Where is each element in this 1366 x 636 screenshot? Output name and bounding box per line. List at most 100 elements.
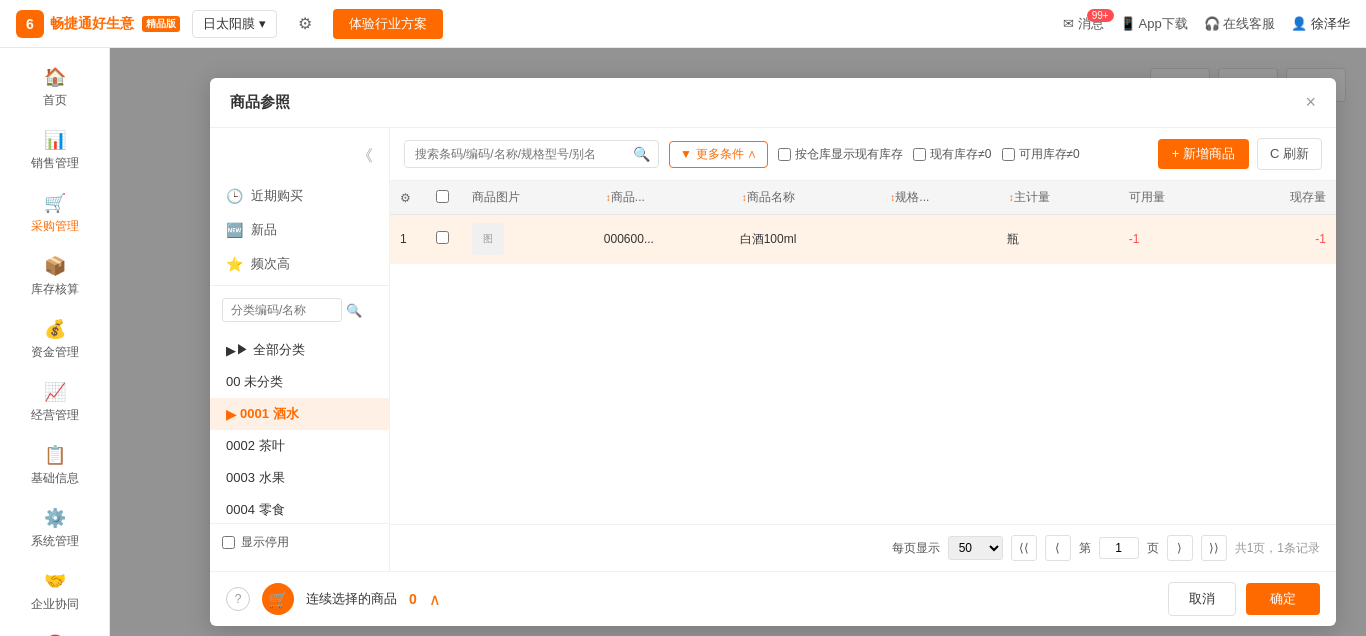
cell-image: 图 bbox=[462, 215, 594, 264]
basic-info-icon: 📋 bbox=[44, 444, 66, 466]
settings-icon[interactable]: ⚙ bbox=[289, 8, 321, 40]
filter-icon: ▼ bbox=[680, 147, 692, 161]
online-service-button[interactable]: 🎧 在线客服 bbox=[1204, 15, 1276, 33]
select-all-checkbox[interactable] bbox=[436, 190, 449, 203]
user-avatar[interactable]: 👤 徐泽华 bbox=[1291, 15, 1350, 33]
sidebar-item-finance[interactable]: 💰 资金管理 bbox=[0, 308, 109, 371]
confirm-button[interactable]: 确定 bbox=[1246, 583, 1320, 615]
collapse-footer-icon[interactable]: ∧ bbox=[429, 590, 441, 609]
page-number-input[interactable] bbox=[1099, 537, 1139, 559]
th-stock[interactable]: 现存量 bbox=[1227, 181, 1336, 215]
nav-recent-purchase[interactable]: 🕒 近期购买 bbox=[210, 179, 389, 213]
sidebar-item-basic-info[interactable]: 📋 基础信息 bbox=[0, 434, 109, 497]
usable-stock-checkbox[interactable] bbox=[1002, 148, 1015, 161]
first-page-button[interactable]: ⟨⟨ bbox=[1011, 535, 1037, 561]
th-checkbox[interactable] bbox=[426, 181, 462, 215]
more-filter-button[interactable]: ▼ 更多条件 ∧ bbox=[669, 141, 768, 168]
content-area: 查询 设置 刷新 商品参照 × 《 bbox=[110, 48, 1366, 636]
th-available[interactable]: 可用量 bbox=[1119, 181, 1228, 215]
page-size-select[interactable]: 50 100 bbox=[948, 536, 1003, 560]
logo: 6 畅捷通好生意 精品版 bbox=[16, 10, 180, 38]
product-table-container: ⚙ 商品图片 ↕商品... ↕商品名称 ↕规格... ↕主计量 可用量 现存量 bbox=[390, 181, 1336, 524]
operations-icon: 📈 bbox=[44, 381, 66, 403]
category-arrow-icon: ▶ bbox=[226, 343, 236, 358]
nav-frequent[interactable]: ⭐ 频次高 bbox=[210, 247, 389, 281]
category-search-input[interactable] bbox=[222, 298, 342, 322]
category-item-3[interactable]: 0003 水果 bbox=[210, 462, 389, 494]
row-checkbox[interactable] bbox=[436, 231, 449, 244]
sidebar-item-sales[interactable]: 📊 销售管理 bbox=[0, 119, 109, 182]
sidebar-item-label: 销售管理 bbox=[31, 155, 79, 172]
sidebar: 🏠 首页 📊 销售管理 🛒 采购管理 📦 库存核算 💰 资金管理 📈 经营管理 … bbox=[0, 48, 110, 636]
category-item-2[interactable]: 0002 茶叶 bbox=[210, 430, 389, 462]
cell-index: 1 bbox=[390, 215, 426, 264]
warehouse-stock-checkbox[interactable] bbox=[778, 148, 791, 161]
sidebar-item-home[interactable]: 🏠 首页 bbox=[0, 56, 109, 119]
home-icon: 🏠 bbox=[44, 66, 66, 88]
logo-badge: 精品版 bbox=[142, 16, 180, 32]
modal-close-button[interactable]: × bbox=[1305, 92, 1316, 113]
product-search-input[interactable] bbox=[405, 142, 625, 166]
modal-header: 商品参照 × bbox=[210, 78, 1336, 128]
collapse-left-button[interactable]: 《 bbox=[349, 138, 381, 175]
sidebar-item-system[interactable]: ⚙️ 系统管理 bbox=[0, 497, 109, 560]
topbar: 6 畅捷通好生意 精品版 日太阳膜 ▾ ⚙ 体验行业方案 ✉ 消息 99+ 📱 … bbox=[0, 0, 1366, 48]
avatar: 👤 bbox=[1291, 16, 1307, 31]
sidebar-item-inventory[interactable]: 📦 库存核算 bbox=[0, 245, 109, 308]
category-list: ▶ ▶ 全部分类 00 未分类 ▶ 0001 酒水 0002 茶叶 bbox=[210, 330, 389, 523]
page-info: 共1页，1条记录 bbox=[1235, 540, 1320, 557]
active-arrow-icon: ▶ bbox=[226, 407, 236, 422]
prev-page-button[interactable]: ⟨ bbox=[1045, 535, 1071, 561]
th-unit[interactable]: ↕主计量 bbox=[997, 181, 1119, 215]
topbar-right: ✉ 消息 99+ 📱 App下载 🎧 在线客服 👤 徐泽华 bbox=[1063, 15, 1350, 33]
right-panel: 🔍 ▼ 更多条件 ∧ 按仓库显示现有库存 现有库存≠0 bbox=[390, 128, 1336, 571]
product-search-bar: 🔍 bbox=[404, 140, 659, 168]
category-item-4[interactable]: 0004 零食 bbox=[210, 494, 389, 523]
add-product-button[interactable]: + 新增商品 bbox=[1158, 139, 1249, 169]
product-search-icon[interactable]: 🔍 bbox=[625, 141, 658, 167]
modal-body: 《 🕒 近期购买 🆕 新品 ⭐ 频次高 bbox=[210, 128, 1336, 571]
display-disabled-checkbox[interactable] bbox=[222, 536, 235, 549]
app-download-button[interactable]: 📱 App下载 bbox=[1120, 15, 1188, 33]
trial-button[interactable]: 体验行业方案 bbox=[333, 9, 443, 39]
cancel-button[interactable]: 取消 bbox=[1168, 582, 1236, 616]
sidebar-item-operations[interactable]: 📈 经营管理 bbox=[0, 371, 109, 434]
category-search-row: 🔍 bbox=[210, 290, 389, 330]
nav-new-products[interactable]: 🆕 新品 bbox=[210, 213, 389, 247]
sidebar-item-enterprise[interactable]: 🤝 企业协同 bbox=[0, 560, 109, 623]
cell-spec bbox=[878, 215, 996, 264]
footer-actions: 取消 确定 bbox=[1168, 582, 1320, 616]
org-selector[interactable]: 日太阳膜 ▾ bbox=[192, 10, 277, 38]
cell-available: -1 bbox=[1119, 215, 1228, 264]
th-product-spec[interactable]: ↕规格... bbox=[878, 181, 996, 215]
toolbar-right: + 新增商品 C 刷新 bbox=[1158, 138, 1322, 170]
message-button[interactable]: ✉ 消息 99+ bbox=[1063, 15, 1104, 33]
category-item-all[interactable]: ▶ ▶ 全部分类 bbox=[210, 334, 389, 366]
logo-text: 畅捷通好生意 bbox=[50, 15, 134, 33]
refresh-button[interactable]: C 刷新 bbox=[1257, 138, 1322, 170]
sidebar-item-label: 企业协同 bbox=[31, 596, 79, 613]
modal-title: 商品参照 bbox=[230, 93, 1305, 112]
cell-checkbox[interactable] bbox=[426, 215, 462, 264]
display-disabled-row: 显示停用 bbox=[210, 523, 389, 561]
last-page-button[interactable]: ⟩⟩ bbox=[1201, 535, 1227, 561]
th-product-code[interactable]: ↕商品... bbox=[594, 181, 730, 215]
table-row[interactable]: 1 图 000600... 白酒100ml 瓶 -1 -1 bbox=[390, 215, 1336, 264]
next-page-button[interactable]: ⟩ bbox=[1167, 535, 1193, 561]
available-stock-checkbox[interactable] bbox=[913, 148, 926, 161]
sidebar-item-label: 系统管理 bbox=[31, 533, 79, 550]
category-search-icon[interactable]: 🔍 bbox=[346, 303, 362, 318]
th-settings[interactable]: ⚙ bbox=[390, 181, 426, 215]
sidebar-item-guide[interactable]: 🎯 新手引导 bbox=[0, 623, 109, 636]
th-product-name[interactable]: ↕商品名称 bbox=[730, 181, 879, 215]
cell-name: 白酒100ml bbox=[730, 215, 879, 264]
category-item-0[interactable]: 00 未分类 bbox=[210, 366, 389, 398]
mobile-icon: 📱 bbox=[1120, 16, 1136, 31]
help-icon[interactable]: ? bbox=[226, 587, 250, 611]
cart-button[interactable]: 🛒 bbox=[262, 583, 294, 615]
cell-unit: 瓶 bbox=[997, 215, 1119, 264]
cell-code: 000600... bbox=[594, 215, 730, 264]
sidebar-item-purchase[interactable]: 🛒 采购管理 bbox=[0, 182, 109, 245]
star-icon: ⭐ bbox=[226, 256, 243, 272]
category-item-1[interactable]: ▶ 0001 酒水 bbox=[210, 398, 389, 430]
